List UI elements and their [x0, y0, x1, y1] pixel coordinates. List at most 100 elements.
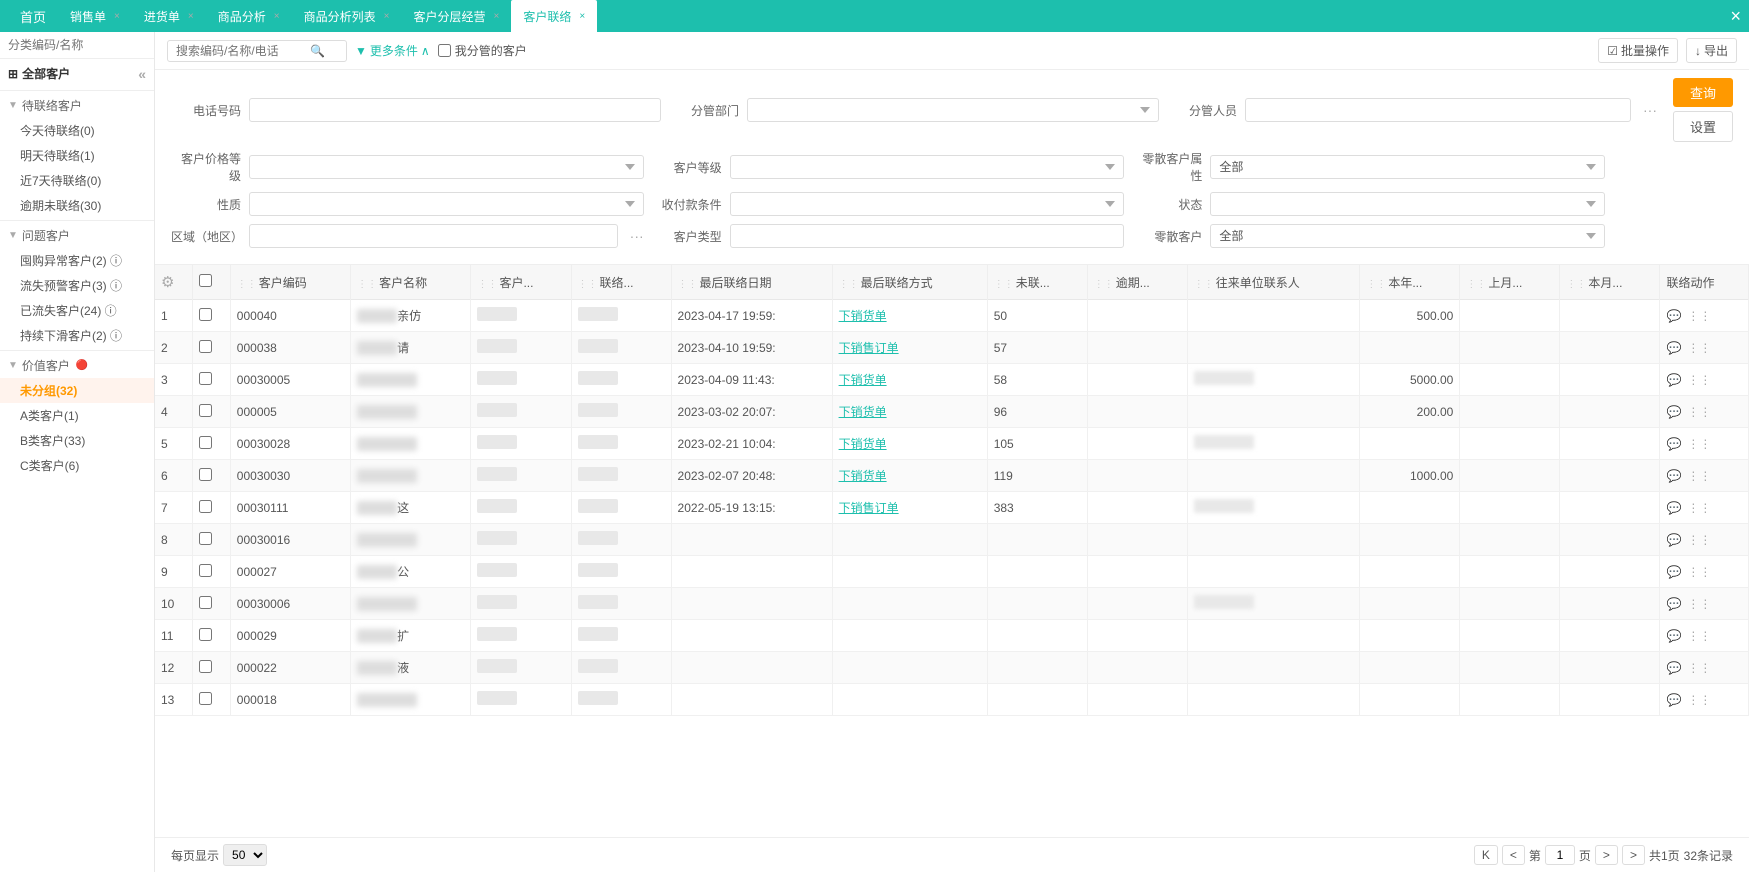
row-checkbox-cell[interactable]: [193, 460, 231, 492]
chat-icon[interactable]: 💬: [1666, 341, 1681, 355]
sidebar-item-declining[interactable]: 持续下滑客户(2) ⓘ: [0, 323, 154, 348]
close-customer-contact-tab[interactable]: ×: [579, 11, 585, 22]
chat-icon[interactable]: 💬: [1666, 533, 1681, 547]
row-checkbox-cell[interactable]: [193, 332, 231, 364]
more-icon[interactable]: ⋮⋮: [1687, 533, 1711, 547]
col-checkbox[interactable]: [193, 265, 231, 300]
col-this-month[interactable]: ⋮⋮本月...: [1560, 265, 1660, 300]
chat-icon[interactable]: 💬: [1666, 565, 1681, 579]
more-icon[interactable]: ⋮⋮: [1687, 373, 1711, 387]
sidebar-item-class-c[interactable]: C类客户(6): [0, 453, 154, 478]
sidebar-item-churned[interactable]: 已流失客户(24) ⓘ: [0, 298, 154, 323]
filter-status-select[interactable]: [1210, 192, 1605, 216]
batch-ops-button[interactable]: ☑ 批量操作: [1598, 38, 1678, 63]
row-checkbox-cell[interactable]: [193, 652, 231, 684]
chat-icon[interactable]: 💬: [1666, 469, 1681, 483]
col-settings[interactable]: ⚙: [155, 265, 193, 300]
last-method-link[interactable]: 下销货单: [839, 405, 887, 419]
row-checkbox-cell[interactable]: [193, 492, 231, 524]
row-checkbox-cell[interactable]: [193, 300, 231, 332]
more-icon[interactable]: ⋮⋮: [1687, 309, 1711, 323]
sidebar-item-tomorrow[interactable]: 明天待联络(1): [0, 143, 154, 168]
more-icon[interactable]: ⋮⋮: [1687, 597, 1711, 611]
chat-icon[interactable]: 💬: [1666, 597, 1681, 611]
sidebar-item-class-b[interactable]: B类客户(33): [0, 428, 154, 453]
more-icon[interactable]: ⋮⋮: [1687, 693, 1711, 707]
sidebar-item-7days[interactable]: 近7天待联络(0): [0, 168, 154, 193]
chat-icon[interactable]: 💬: [1666, 501, 1681, 515]
chat-icon[interactable]: 💬: [1666, 373, 1681, 387]
tab-product-analysis[interactable]: 商品分析 ×: [206, 0, 292, 32]
page-input[interactable]: [1545, 845, 1575, 865]
sidebar-item-today[interactable]: 今天待联络(0): [0, 118, 154, 143]
row-checkbox-cell[interactable]: [193, 428, 231, 460]
sidebar-search-input[interactable]: [8, 38, 155, 52]
more-icon[interactable]: ⋮⋮: [1687, 437, 1711, 451]
my-customers-checkbox[interactable]: [438, 44, 451, 57]
col-no-contact[interactable]: ⋮⋮未联...: [987, 265, 1087, 300]
last-method-link[interactable]: 下销货单: [839, 469, 887, 483]
row-checkbox-cell[interactable]: [193, 396, 231, 428]
chat-icon[interactable]: 💬: [1666, 629, 1681, 643]
collapse-sidebar-icon[interactable]: «: [138, 66, 146, 82]
export-button[interactable]: ↓ 导出: [1686, 38, 1737, 63]
sidebar-item-ungrouped[interactable]: 未分组(32): [0, 378, 154, 403]
close-product-analysis-tab[interactable]: ×: [274, 11, 280, 22]
last-method-link[interactable]: 下销售订单: [839, 341, 899, 355]
col-last-month[interactable]: ⋮⋮上月...: [1460, 265, 1560, 300]
select-all-checkbox[interactable]: [199, 274, 212, 287]
filter-phone-input[interactable]: [249, 98, 661, 122]
more-icon[interactable]: ⋮⋮: [1687, 501, 1711, 515]
group-problem[interactable]: ▼ 问题客户: [0, 223, 154, 248]
row-checkbox-cell[interactable]: [193, 620, 231, 652]
more-icon[interactable]: ⋮⋮: [1687, 565, 1711, 579]
row-checkbox-cell[interactable]: [193, 524, 231, 556]
col-code[interactable]: ⋮⋮客户编码: [230, 265, 350, 300]
row-checkbox-cell[interactable]: [193, 588, 231, 620]
first-page-btn[interactable]: K: [1474, 845, 1498, 865]
more-icon[interactable]: ⋮⋮: [1687, 405, 1711, 419]
more-icon[interactable]: ⋮⋮: [1687, 469, 1711, 483]
last-method-link[interactable]: 下销货单: [839, 309, 887, 323]
last-method-link[interactable]: 下销货单: [839, 373, 887, 387]
query-button[interactable]: 查询: [1673, 78, 1733, 107]
row-checkbox[interactable]: [199, 628, 212, 641]
col-name[interactable]: ⋮⋮客户名称: [351, 265, 471, 300]
close-sales-tab[interactable]: ×: [114, 11, 120, 22]
chat-icon[interactable]: 💬: [1666, 693, 1681, 707]
close-customer-segment-tab[interactable]: ×: [493, 11, 499, 22]
col-this-year[interactable]: ⋮⋮本年...: [1360, 265, 1460, 300]
filter-region-input[interactable]: [249, 224, 618, 248]
filter-cust-type-input[interactable]: [730, 224, 1125, 248]
col-partner[interactable]: ⋮⋮往来单位联系人: [1187, 265, 1360, 300]
filter-price-level-select[interactable]: [249, 155, 644, 179]
more-conditions-btn[interactable]: ▼ 更多条件 ∧: [355, 42, 430, 59]
last-method-link[interactable]: 下销货单: [839, 437, 887, 451]
prev-page-btn[interactable]: <: [1502, 845, 1525, 865]
row-checkbox[interactable]: [199, 692, 212, 705]
row-checkbox[interactable]: [199, 660, 212, 673]
page-size-select[interactable]: 50: [223, 844, 267, 866]
row-checkbox[interactable]: [199, 596, 212, 609]
filter-retail-attr-select[interactable]: 全部: [1210, 155, 1605, 179]
col-last-date[interactable]: ⋮⋮最后联络日期: [671, 265, 832, 300]
sidebar-item-class-a[interactable]: A类客户(1): [0, 403, 154, 428]
manager-dots[interactable]: ···: [1643, 102, 1657, 118]
close-purchase-tab[interactable]: ×: [188, 11, 194, 22]
tab-purchase[interactable]: 进货单 ×: [132, 0, 206, 32]
chat-icon[interactable]: 💬: [1666, 405, 1681, 419]
chat-icon[interactable]: 💬: [1666, 437, 1681, 451]
search-input[interactable]: [176, 44, 306, 58]
chat-icon[interactable]: 💬: [1666, 661, 1681, 675]
group-value[interactable]: ▼ 价值客户 🔴: [0, 353, 154, 378]
tab-home[interactable]: 首页: [8, 7, 58, 26]
close-product-list-tab[interactable]: ×: [384, 11, 390, 22]
close-all-button[interactable]: ×: [1730, 6, 1741, 27]
tab-customer-contact[interactable]: 客户联络 ×: [511, 0, 597, 32]
last-method-link[interactable]: 下销售订单: [839, 501, 899, 515]
reset-button[interactable]: 设置: [1673, 111, 1733, 142]
more-icon[interactable]: ⋮⋮: [1687, 341, 1711, 355]
sidebar-item-abnormal[interactable]: 囤购异常客户(2) ⓘ: [0, 248, 154, 273]
group-pending-contact[interactable]: ▼ 待联络客户: [0, 93, 154, 118]
col-overdue[interactable]: ⋮⋮逾期...: [1087, 265, 1187, 300]
